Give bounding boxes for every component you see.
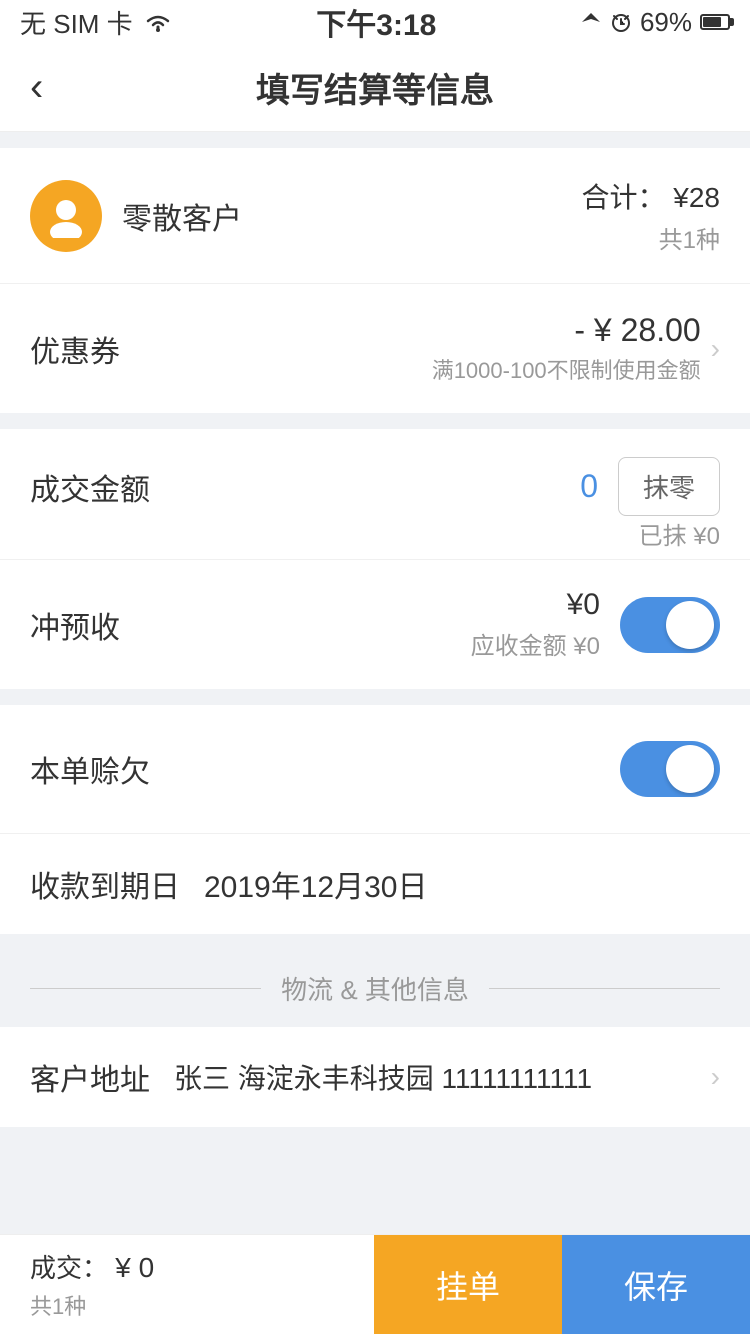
customer-name: 零散客户 [122,194,242,238]
form-section-1: 成交金额 抹零 已抹 ¥0 冲预收 ¥0 应收金额 ¥0 [0,429,750,689]
location-icon [580,11,602,33]
prepayment-toggle[interactable] [620,597,720,653]
no-sim-text: 无 SIM 卡 [20,4,133,41]
coupon-desc: 满1000-100不限制使用金额 [432,353,701,385]
address-row[interactable]: 客户地址 张三 海淀永丰科技园 11111111111 › [0,1027,750,1127]
address-label: 客户地址 [30,1055,150,1099]
bottom-deal-label: 成交： [30,1253,108,1283]
total-label: 合计： [581,182,665,213]
coupon-info: - ¥ 28.00 满1000-100不限制使用金额 [432,312,701,385]
user-icon [44,194,88,238]
bottom-summary: 成交： ¥ 0 共1种 [0,1248,374,1321]
prepayment-row: 冲预收 ¥0 应收金额 ¥0 [0,560,750,689]
logistics-label-line: 物流 & 其他信息 [30,970,720,1007]
total-count: 共1种 [581,220,720,255]
deal-amount-row: 成交金额 抹零 已抹 ¥0 [0,429,750,560]
wifi-icon [143,11,173,33]
status-bar: 无 SIM 卡 下午3:18 69% [0,0,750,44]
alarm-icon [610,11,632,33]
nav-bar: ‹ 填写结算等信息 [0,44,750,132]
address-chevron-icon: › [711,1061,720,1093]
debt-label: 本单赊欠 [30,747,150,791]
logistics-header: 物流 & 其他信息 [0,950,750,1027]
coupon-right: - ¥ 28.00 满1000-100不限制使用金额 › [432,312,720,385]
deal-amount-label: 成交金额 [30,465,150,509]
duedate-value: 2019年12月30日 [204,862,427,906]
prepayment-amount-col: ¥0 应收金额 ¥0 [471,588,600,661]
logistics-line-left [30,988,261,989]
prepayment-receivable: 应收金额 ¥0 [471,626,600,661]
customer-row: 零散客户 合计： ¥28 共1种 [0,148,750,283]
total-value: ¥28 [673,182,720,213]
customer-section: 零散客户 合计： ¥28 共1种 优惠券 - ¥ 28.00 满1000-100… [0,148,750,413]
deal-amount-right: 抹零 [518,457,720,516]
coupon-label: 优惠券 [30,327,120,371]
pend-button[interactable]: 挂单 [374,1235,562,1334]
toggle-knob [666,601,714,649]
customer-right: 合计： ¥28 共1种 [581,176,720,255]
prepayment-amount: ¥0 [471,588,600,622]
round-zero-button[interactable]: 抹零 [618,457,720,516]
status-left: 无 SIM 卡 [20,4,173,41]
status-time: 下午3:18 [316,0,436,44]
save-button[interactable]: 保存 [562,1235,750,1334]
logistics-text: 物流 & 其他信息 [281,970,469,1007]
avatar [30,180,102,252]
bottom-bar: 成交： ¥ 0 共1种 挂单 保存 [0,1234,750,1334]
back-button[interactable]: ‹ [30,65,43,110]
duedate-label: 收款到期日 [30,862,180,906]
status-right: 69% [580,7,730,38]
coupon-row[interactable]: 优惠券 - ¥ 28.00 满1000-100不限制使用金额 › [0,283,750,413]
logistics-section: 物流 & 其他信息 客户地址 张三 海淀永丰科技园 11111111111 › [0,950,750,1127]
debt-section: 本单赊欠 收款到期日 2019年12月30日 [0,705,750,934]
coupon-chevron-icon: › [711,333,720,365]
deal-amount-input[interactable] [518,468,598,505]
bottom-deal-amount: ¥ 0 [115,1252,154,1283]
bottom-count: 共1种 [30,1289,344,1321]
address-value: 张三 海淀永丰科技园 11111111111 [174,1057,711,1097]
duedate-row: 收款到期日 2019年12月30日 [0,833,750,934]
logistics-line-right [489,988,720,989]
debt-toggle[interactable] [620,741,720,797]
page-title: 填写结算等信息 [256,63,494,112]
customer-left: 零散客户 [30,180,242,252]
prepayment-label: 冲预收 [30,603,120,647]
already-rounded-text: 已抹 ¥0 [639,523,720,550]
coupon-discount: - ¥ 28.00 [432,312,701,349]
total-amount: 合计： ¥28 [581,176,720,216]
bottom-deal-line: 成交： ¥ 0 [30,1248,344,1285]
battery-icon [700,14,730,30]
debt-toggle-knob [666,745,714,793]
battery-percent: 69% [640,7,692,38]
debt-row: 本单赊欠 [0,705,750,833]
